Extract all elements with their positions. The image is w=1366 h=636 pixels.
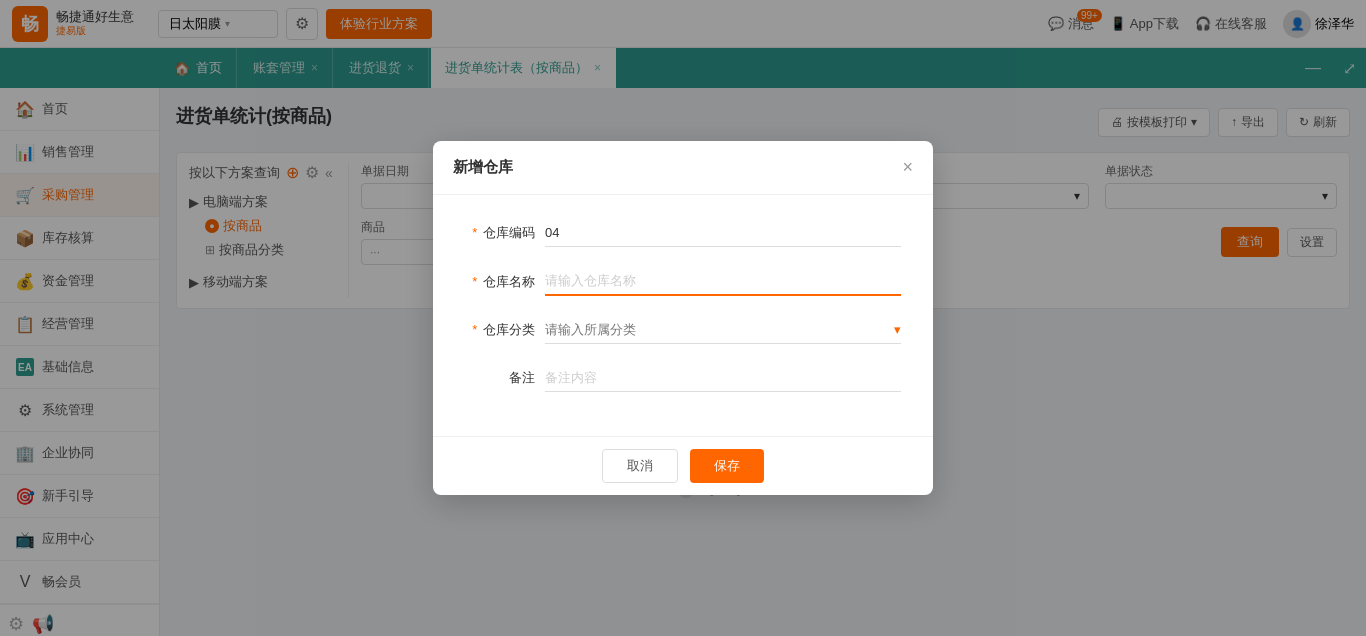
dialog-close-icon[interactable]: × [902, 157, 913, 178]
chevron-down-icon: ▾ [894, 322, 901, 337]
field-label-category: 仓库分类 [465, 321, 545, 339]
warehouse-name-input[interactable] [545, 267, 901, 296]
dialog-title: 新增仓库 [453, 158, 513, 177]
dialog-header: 新增仓库 × [433, 141, 933, 195]
warehouse-category-select[interactable]: ▾ [545, 316, 901, 344]
dialog-field-category: 仓库分类 ▾ [465, 316, 901, 344]
field-label-remark: 备注 [465, 369, 545, 387]
add-warehouse-dialog: 新增仓库 × 仓库编码 仓库名称 仓库分类 [433, 141, 933, 495]
category-input[interactable] [545, 316, 894, 343]
dialog-field-remark: 备注 [465, 364, 901, 392]
warehouse-code-input[interactable] [545, 219, 901, 247]
dialog-footer: 取消 保存 [433, 436, 933, 495]
dialog-field-name: 仓库名称 [465, 267, 901, 296]
save-button[interactable]: 保存 [690, 449, 764, 483]
field-label-code: 仓库编码 [465, 224, 545, 242]
cancel-button[interactable]: 取消 [602, 449, 678, 483]
dialog-body: 仓库编码 仓库名称 仓库分类 ▾ [433, 195, 933, 436]
dialog-field-code: 仓库编码 [465, 219, 901, 247]
modal-overlay[interactable]: 新增仓库 × 仓库编码 仓库名称 仓库分类 [0, 0, 1366, 636]
field-label-name: 仓库名称 [465, 273, 545, 291]
remark-input[interactable] [545, 364, 901, 392]
